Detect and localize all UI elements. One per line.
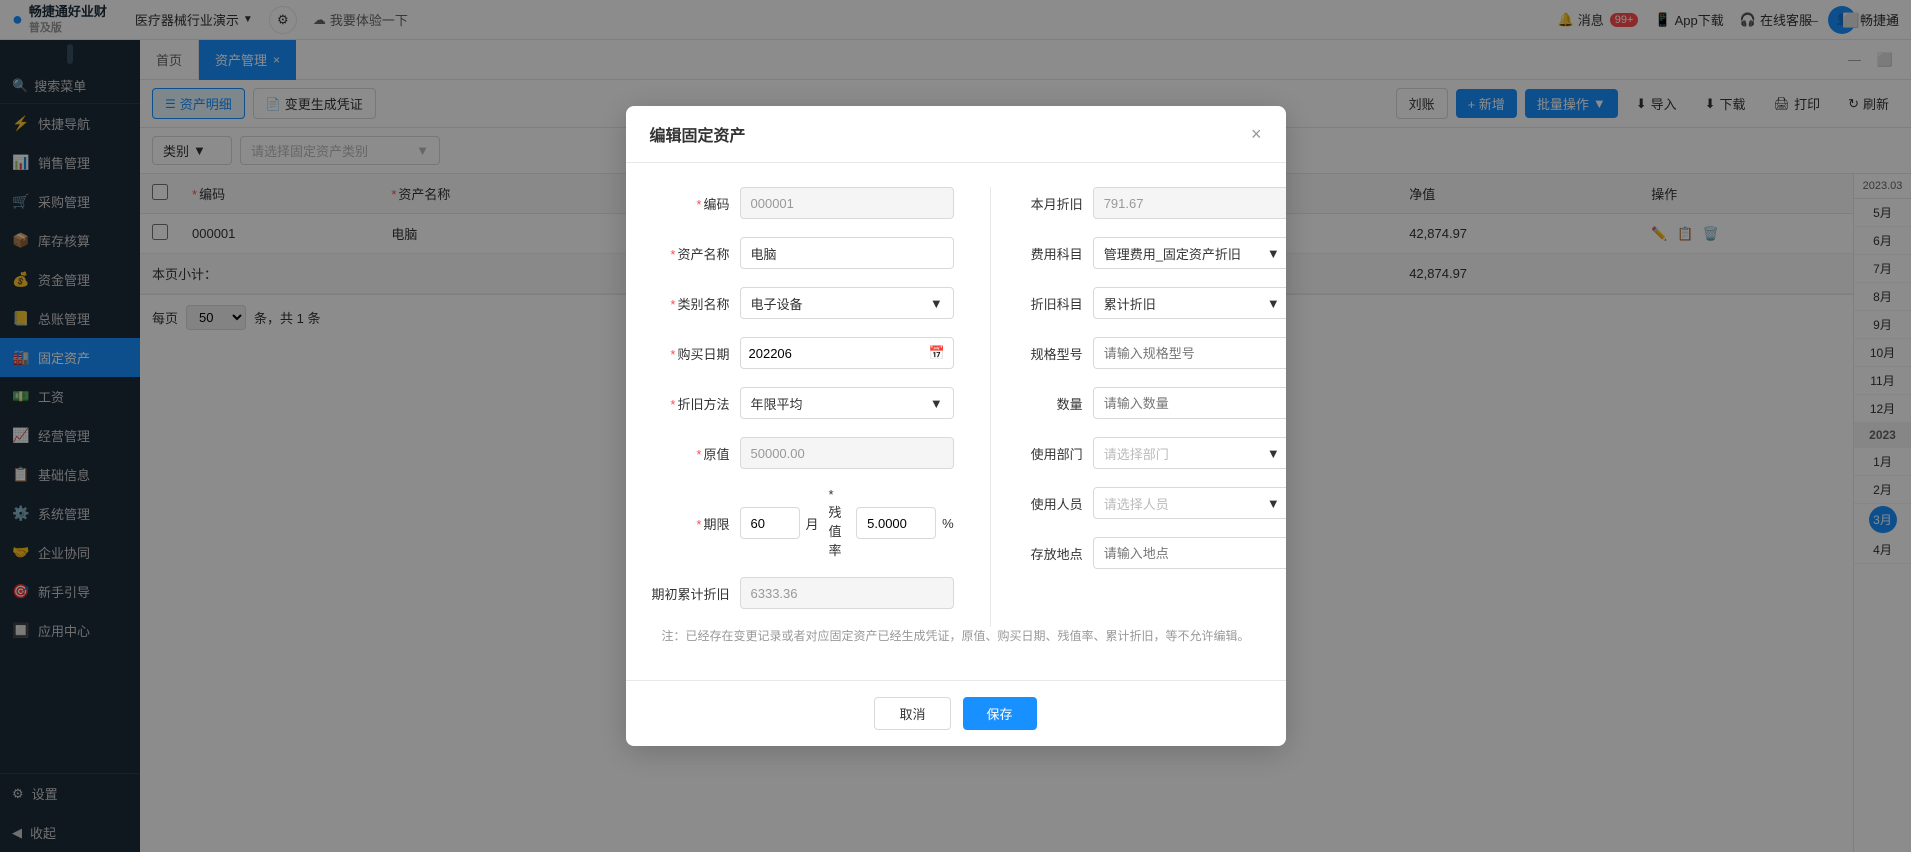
edit-asset-modal: 编辑固定资产 × *编码 *资产名称 xyxy=(626,106,1286,746)
purchase-date-text[interactable] xyxy=(749,346,925,361)
form-row-code: *编码 xyxy=(650,187,954,219)
quantity-input[interactable] xyxy=(1093,387,1286,419)
modal-title: 编辑固定资产 xyxy=(650,122,746,146)
residual-rate-input[interactable] xyxy=(856,507,936,539)
modal-footer: 取消 保存 xyxy=(626,680,1286,746)
depr-subject-chevron-icon: ▼ xyxy=(1267,296,1280,311)
form-row-depr-subject: 折旧科目 累计折旧 ▼ xyxy=(1003,287,1286,319)
asset-name-label: *资产名称 xyxy=(650,244,740,263)
form-row-initial-accum: 期初累计折旧 xyxy=(650,577,954,609)
department-chevron-icon: ▼ xyxy=(1267,446,1280,461)
cancel-button[interactable]: 取消 xyxy=(874,697,950,730)
form-row-user: 使用人员 请选择人员 ▼ xyxy=(1003,487,1286,519)
user-label: 使用人员 xyxy=(1003,494,1093,513)
expense-subject-chevron-icon: ▼ xyxy=(1267,246,1280,261)
spec-model-input[interactable] xyxy=(1093,337,1286,369)
residual-rate-unit: % xyxy=(942,516,954,531)
form-row-expense-subject: 费用科目 管理费用_固定资产折旧 ▼ xyxy=(1003,237,1286,269)
method-chevron-icon: ▼ xyxy=(930,396,943,411)
initial-accum-input[interactable] xyxy=(740,577,954,609)
modal-header: 编辑固定资产 × xyxy=(626,106,1286,163)
form-row-location: 存放地点 xyxy=(1003,537,1286,569)
depr-subject-select[interactable]: 累计折旧 ▼ xyxy=(1093,287,1286,319)
modal-close-btn[interactable]: × xyxy=(1251,124,1262,145)
purchase-date-input[interactable]: 📅 xyxy=(740,337,954,369)
code-label: *编码 xyxy=(650,194,740,213)
user-chevron-icon: ▼ xyxy=(1267,496,1280,511)
depr-subject-label: 折旧科目 xyxy=(1003,294,1093,313)
asset-name-input[interactable] xyxy=(740,237,954,269)
expense-subject-select[interactable]: 管理费用_固定资产折旧 ▼ xyxy=(1093,237,1286,269)
user-select[interactable]: 请选择人员 ▼ xyxy=(1093,487,1286,519)
save-button[interactable]: 保存 xyxy=(963,697,1037,730)
original-value-input[interactable] xyxy=(740,437,954,469)
form-row-department: 使用部门 请选择部门 ▼ xyxy=(1003,437,1286,469)
period-unit: 月 xyxy=(806,514,819,533)
modal-overlay: 编辑固定资产 × *编码 *资产名称 xyxy=(0,0,1911,852)
form-row-purchase-date: *购买日期 📅 xyxy=(650,337,954,369)
method-select[interactable]: 年限平均 ▼ xyxy=(740,387,954,419)
period-input[interactable] xyxy=(740,507,800,539)
form-row-category: *类别名称 电子设备 ▼ xyxy=(650,287,954,319)
initial-accum-label: 期初累计折旧 xyxy=(650,584,740,603)
form-right-col: 本月折旧 费用科目 管理费用_固定资产折旧 ▼ 折旧科目 xyxy=(979,187,1286,627)
period-label: *期限 xyxy=(650,514,740,533)
code-input[interactable] xyxy=(740,187,954,219)
modal-body: *编码 *资产名称 *类别名称 电子设备 ▼ xyxy=(626,163,1286,680)
form-row-method: *折旧方法 年限平均 ▼ xyxy=(650,387,954,419)
location-input[interactable] xyxy=(1093,537,1286,569)
form-row-monthly-depr: 本月折旧 xyxy=(1003,187,1286,219)
form-left-col: *编码 *资产名称 *类别名称 电子设备 ▼ xyxy=(650,187,978,627)
form-row-spec-model: 规格型号 xyxy=(1003,337,1286,369)
monthly-depr-input xyxy=(1093,187,1286,219)
location-label: 存放地点 xyxy=(1003,544,1093,563)
category-label: *类别名称 xyxy=(650,294,740,313)
purchase-date-label: *购买日期 xyxy=(650,344,740,363)
form-row-quantity: 数量 xyxy=(1003,387,1286,419)
category-chevron-icon: ▼ xyxy=(930,296,943,311)
department-select[interactable]: 请选择部门 ▼ xyxy=(1093,437,1286,469)
modal-note: 注：已经存在变更记录或者对应固定资产已经生成凭证，原值、购买日期、残值率、累计折… xyxy=(650,627,1262,656)
monthly-depr-label: 本月折旧 xyxy=(1003,194,1093,213)
expense-subject-label: 费用科目 xyxy=(1003,244,1093,263)
period-residual-inline: 月 *残值率 % xyxy=(740,487,954,559)
form-row-asset-name: *资产名称 xyxy=(650,237,954,269)
department-label: 使用部门 xyxy=(1003,444,1093,463)
spec-model-label: 规格型号 xyxy=(1003,344,1093,363)
form-row-original-value: *原值 xyxy=(650,437,954,469)
category-select[interactable]: 电子设备 ▼ xyxy=(740,287,954,319)
original-value-label: *原值 xyxy=(650,444,740,463)
calendar-icon: 📅 xyxy=(929,345,945,361)
form-row-period: *期限 月 *残值率 % xyxy=(650,487,954,559)
quantity-label: 数量 xyxy=(1003,394,1093,413)
method-label: *折旧方法 xyxy=(650,394,740,413)
